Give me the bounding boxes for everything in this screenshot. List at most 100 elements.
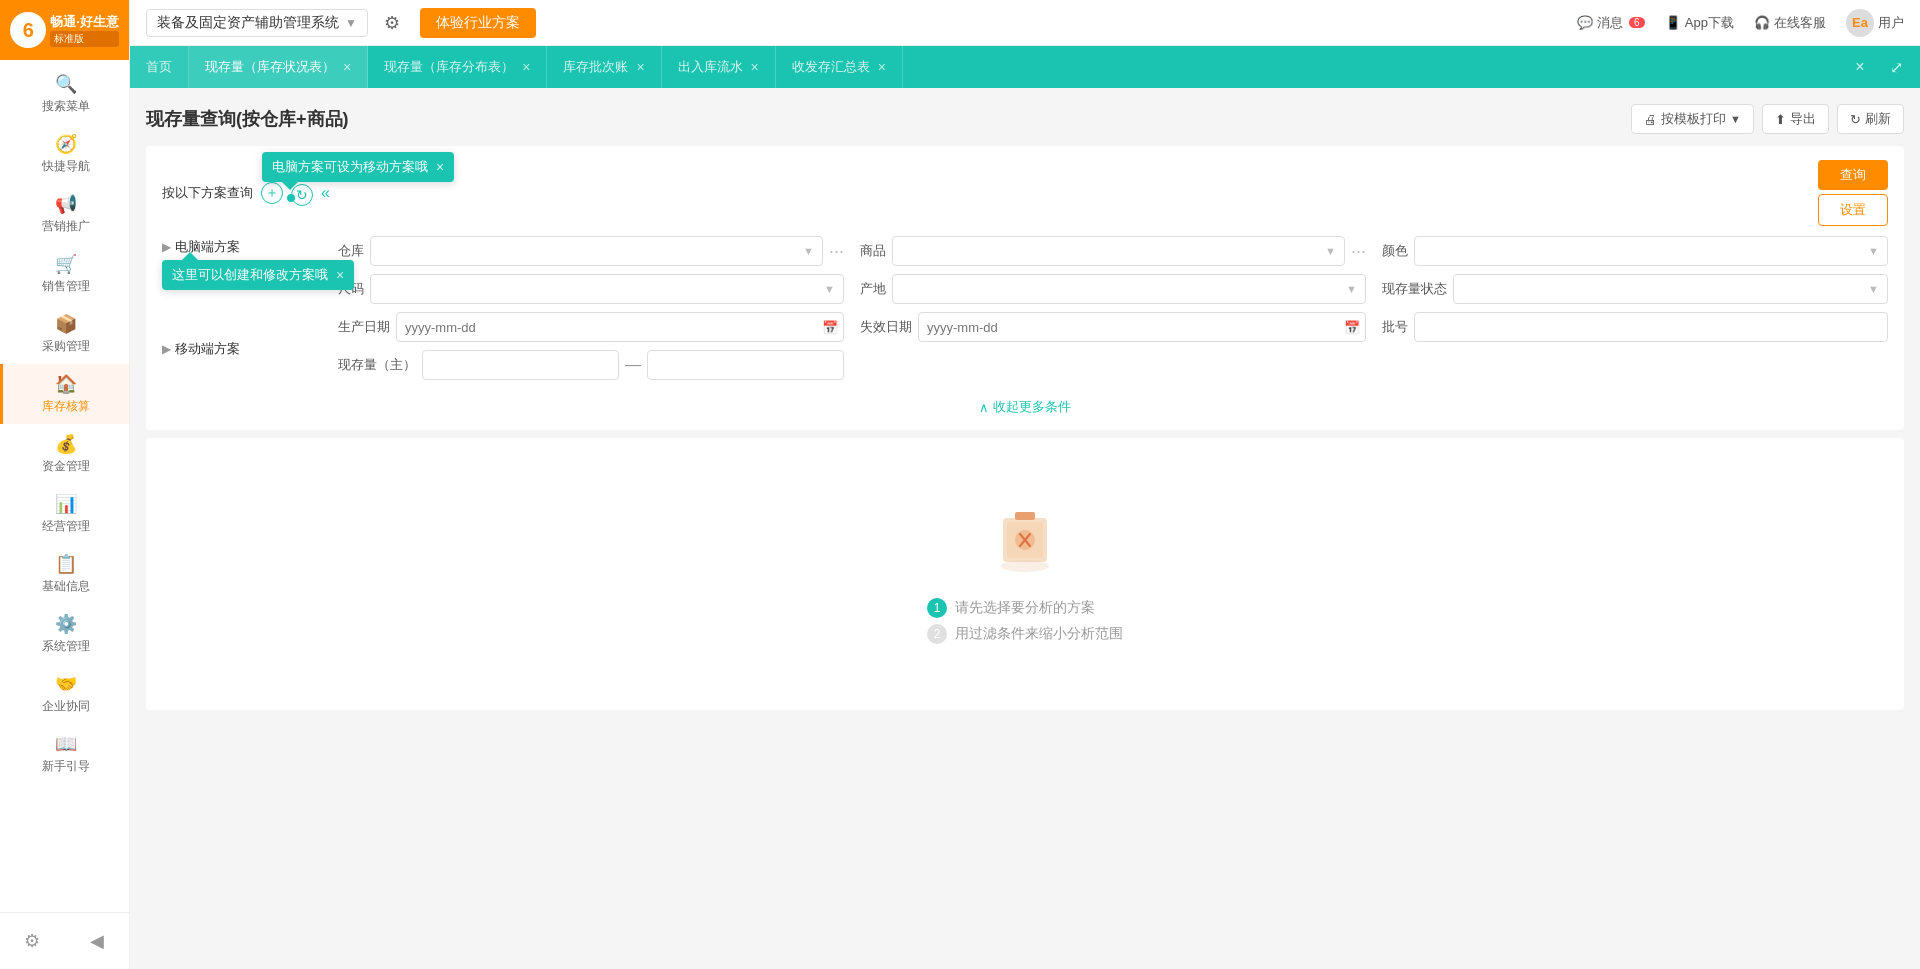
stock-main-from-input[interactable] bbox=[422, 350, 619, 380]
filter-cell-warehouse: 仓库 ▼ ··· bbox=[338, 236, 844, 266]
tab-bar-right: × ⤢ bbox=[1846, 46, 1920, 88]
expiry-date-input-wrap: 📅 bbox=[918, 312, 1366, 342]
size-select[interactable]: ▼ bbox=[370, 274, 844, 304]
sidebar-item-collab[interactable]: 🤝 企业协同 bbox=[0, 664, 129, 724]
filter-cell-prod-date: 生产日期 📅 bbox=[338, 312, 844, 342]
tab-close-inventory-status[interactable]: × bbox=[343, 59, 351, 75]
filter-add-scheme-btn[interactable]: ＋ bbox=[261, 182, 283, 204]
color-select[interactable]: ▼ bbox=[1414, 236, 1888, 266]
online-support-btn[interactable]: 🎧 在线客服 bbox=[1754, 14, 1826, 32]
color-label: 颜色 bbox=[1382, 242, 1408, 260]
sidebar-nav: 🔍 搜索菜单 🧭 快捷导航 📢 营销推广 🛒 销售管理 📦 采购管理 🏠 库存核… bbox=[0, 60, 129, 912]
refresh-icon: ↻ bbox=[1850, 112, 1861, 127]
tooltip-mobile-scheme: 电脑方案可设为移动方案哦 × bbox=[262, 152, 454, 182]
tab-close-all-btn[interactable]: × bbox=[1846, 53, 1874, 81]
empty-step-2: 2 用过滤条件来缩小分析范围 bbox=[927, 624, 1123, 644]
print-arrow-icon: ▼ bbox=[1730, 113, 1741, 125]
settings-bottom-btn[interactable]: ⚙ bbox=[14, 923, 50, 959]
tab-fullscreen-btn[interactable]: ⤢ bbox=[1882, 53, 1910, 81]
goods-select[interactable]: ▼ bbox=[892, 236, 1345, 266]
user-menu-btn[interactable]: Ea 用户 bbox=[1846, 9, 1904, 37]
sidebar-item-system[interactable]: ⚙️ 系统管理 bbox=[0, 604, 129, 664]
origin-input-wrap: ▼ bbox=[892, 274, 1366, 304]
filter-header-row: 按以下方案查询 ＋ ↻ « 电脑方案可设为移动方案哦 × 查询 设置 bbox=[162, 160, 1888, 226]
batch-no-input[interactable] bbox=[1414, 312, 1888, 342]
tab-inout-flow-label: 出入库流水 bbox=[678, 58, 743, 76]
messages-btn[interactable]: 💬 消息 6 bbox=[1577, 14, 1645, 32]
sidebar-item-finance[interactable]: 💰 资金管理 bbox=[0, 424, 129, 484]
collapse-filter-btn[interactable]: ∧ 收起更多条件 bbox=[162, 392, 1888, 422]
logo-text: 畅通·好生意 标准版 bbox=[50, 13, 119, 47]
sidebar-item-basic[interactable]: 📋 基础信息 bbox=[0, 544, 129, 604]
system-icon: ⚙️ bbox=[55, 613, 77, 635]
warehouse-more-icon[interactable]: ··· bbox=[829, 241, 844, 262]
origin-select[interactable]: ▼ bbox=[892, 274, 1366, 304]
scheme-section: ▶ 电脑端方案 这里可以创建和修改方案哦 × ▶ 移动端方案 bbox=[162, 236, 1888, 384]
filter-cell-color: 颜色 ▼ bbox=[1382, 236, 1888, 266]
app-download-btn[interactable]: 📱 App下载 bbox=[1665, 14, 1734, 32]
tab-home[interactable]: 首页 bbox=[130, 46, 189, 88]
warehouse-label: 仓库 bbox=[338, 242, 364, 260]
prod-date-from-input[interactable] bbox=[396, 312, 844, 342]
tooltip-mobile-close-btn[interactable]: × bbox=[436, 159, 444, 175]
tab-inventory-status-label: 现存量（库存状况表） bbox=[205, 58, 335, 76]
refresh-btn[interactable]: ↻ 刷新 bbox=[1837, 104, 1904, 134]
sidebar-item-marketing[interactable]: 📢 营销推广 bbox=[0, 184, 129, 244]
tab-inventory-status[interactable]: 现存量（库存状况表） × bbox=[189, 46, 368, 88]
system-selector-arrow-icon: ▼ bbox=[345, 16, 357, 30]
tooltip-create-scheme: 这里可以创建和修改方案哦 × bbox=[162, 260, 354, 290]
filter-cell-stock-main: 现存量（主） — bbox=[338, 350, 844, 380]
stock-main-label: 现存量（主） bbox=[338, 356, 416, 374]
sidebar-item-sales[interactable]: 🛒 销售管理 bbox=[0, 244, 129, 304]
export-btn[interactable]: ⬆ 导出 bbox=[1762, 104, 1829, 134]
sidebar-item-purchase[interactable]: 📦 采购管理 bbox=[0, 304, 129, 364]
tooltip-mobile-scheme-text: 电脑方案可设为移动方案哦 bbox=[272, 158, 428, 176]
tab-inventory-dist[interactable]: 现存量（库存分布表） × bbox=[368, 46, 547, 88]
stock-main-range: — bbox=[422, 350, 844, 380]
scheme-mobile-item-wrap: ▶ 移动端方案 bbox=[162, 338, 322, 360]
stock-status-select[interactable]: ▼ bbox=[1453, 274, 1888, 304]
empty-steps: 1 请先选择要分析的方案 2 用过滤条件来缩小分析范围 bbox=[927, 598, 1123, 650]
reset-btn[interactable]: 设置 bbox=[1818, 194, 1888, 226]
stock-main-to-input[interactable] bbox=[647, 350, 844, 380]
search-btn[interactable]: 查询 bbox=[1818, 160, 1888, 190]
sidebar: 6 畅通·好生意 标准版 🔍 搜索菜单 🧭 快捷导航 📢 营销推广 🛒 销售管理… bbox=[0, 0, 130, 969]
filter-cell-stock-status: 现存量状态 ▼ bbox=[1382, 274, 1888, 304]
expiry-date-from-input[interactable] bbox=[918, 312, 1366, 342]
sidebar-item-guide[interactable]: 📖 新手引导 bbox=[0, 724, 129, 784]
sidebar-item-quicknav[interactable]: 🧭 快捷导航 bbox=[0, 124, 129, 184]
empty-step-1: 1 请先选择要分析的方案 bbox=[927, 598, 1123, 618]
collapse-sidebar-btn[interactable]: ◀ bbox=[79, 923, 115, 959]
filter-header-label: 按以下方案查询 bbox=[162, 184, 253, 202]
goods-more-icon[interactable]: ··· bbox=[1351, 241, 1366, 262]
sidebar-item-ops[interactable]: 📊 经营管理 bbox=[0, 484, 129, 544]
size-input-wrap: ▼ bbox=[370, 274, 844, 304]
tab-collect-summary[interactable]: 收发存汇总表 × bbox=[776, 46, 903, 88]
prod-date-from-wrap: 📅 bbox=[396, 312, 844, 342]
filter-back-btn[interactable]: « bbox=[321, 184, 330, 202]
tab-inventory-dist-label: 现存量（库存分布表） bbox=[384, 58, 514, 76]
settings-gear-btn[interactable]: ⚙ bbox=[376, 7, 408, 39]
print-btn[interactable]: 🖨 按模板打印 ▼ bbox=[1631, 104, 1754, 134]
empty-illustration bbox=[985, 498, 1065, 578]
marketing-icon: 📢 bbox=[55, 193, 77, 215]
search-icon: 🔍 bbox=[55, 73, 77, 95]
tab-close-collect-summary[interactable]: × bbox=[878, 59, 886, 75]
system-selector[interactable]: 装备及固定资产辅助管理系统 ▼ bbox=[146, 9, 368, 37]
experience-btn[interactable]: 体验行业方案 bbox=[420, 8, 536, 38]
sidebar-item-search[interactable]: 🔍 搜索菜单 bbox=[0, 64, 129, 124]
expiry-date-range: 📅 bbox=[918, 312, 1366, 342]
page-actions: 🖨 按模板打印 ▼ ⬆ 导出 ↻ 刷新 bbox=[1631, 104, 1904, 134]
scheme-mobile-item[interactable]: ▶ 移动端方案 bbox=[162, 338, 322, 360]
tab-batch-account[interactable]: 库存批次账 × bbox=[547, 46, 661, 88]
svg-rect-4 bbox=[1015, 512, 1035, 520]
tab-close-inventory-dist[interactable]: × bbox=[522, 59, 530, 75]
print-icon: 🖨 bbox=[1644, 112, 1657, 127]
tab-close-inout-flow[interactable]: × bbox=[751, 59, 759, 75]
sidebar-item-inventory[interactable]: 🏠 库存核算 bbox=[0, 364, 129, 424]
tab-inout-flow[interactable]: 出入库流水 × bbox=[662, 46, 776, 88]
tab-close-batch-account[interactable]: × bbox=[636, 59, 644, 75]
warehouse-select[interactable]: ▼ bbox=[370, 236, 823, 266]
tooltip-create-scheme-text: 这里可以创建和修改方案哦 bbox=[172, 266, 328, 284]
tooltip-create-close-btn[interactable]: × bbox=[336, 267, 344, 283]
